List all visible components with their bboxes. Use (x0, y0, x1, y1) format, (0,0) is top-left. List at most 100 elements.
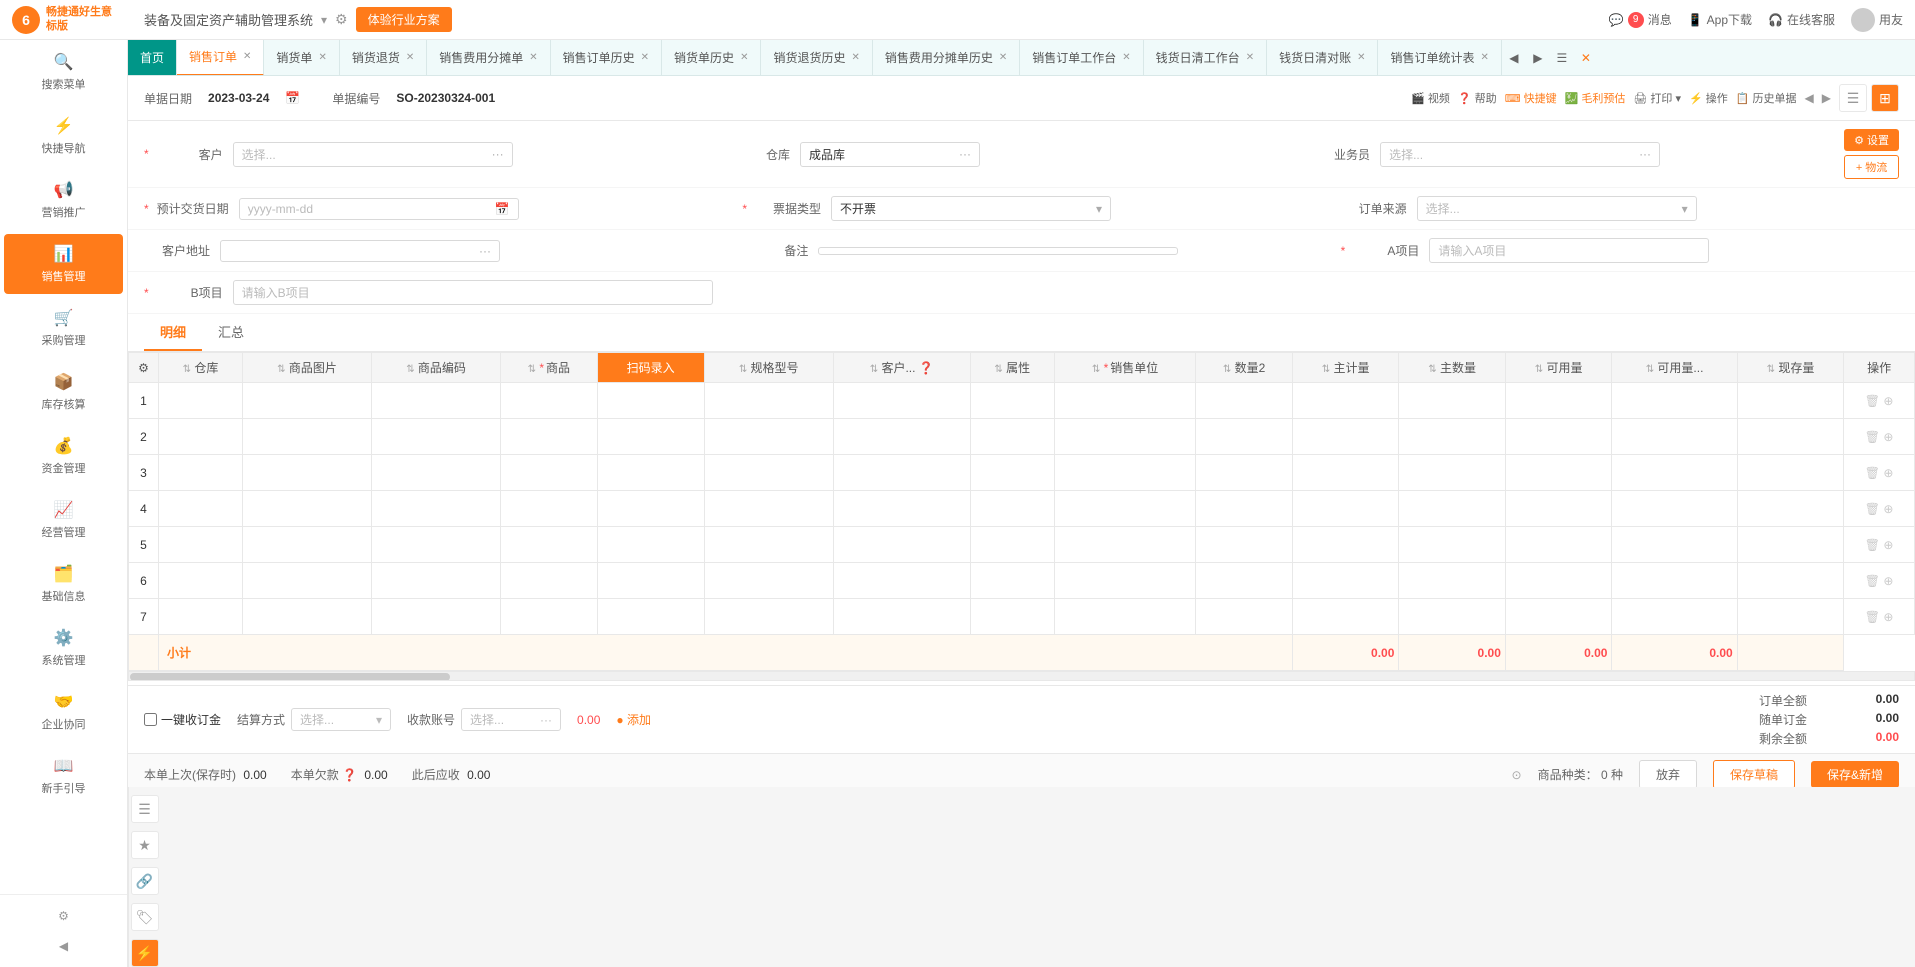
app-download-item[interactable]: 📱 App下载 (1688, 11, 1752, 28)
col-product[interactable]: ⇅ *商品 (501, 353, 598, 383)
right-panel-icon-3[interactable]: 🔗 (131, 867, 159, 895)
tab-close-sales-return[interactable]: ✕ (406, 52, 414, 63)
delivery-input[interactable]: yyyy-mm-dd 📅 (239, 198, 519, 220)
sidebar-collapse-btn[interactable]: ◀ (4, 933, 123, 959)
col-customer-code[interactable]: ⇅ 客户... ❓ (833, 353, 970, 383)
col-warehouse[interactable]: ⇅ 仓库 (159, 353, 243, 383)
tab-menu-btn[interactable]: ☰ (1550, 40, 1574, 76)
action-profit[interactable]: 💹 毛利预估 (1565, 90, 1626, 106)
action-shortcut[interactable]: ⌨ 快捷键 (1505, 90, 1557, 106)
tab-close-order-history[interactable]: ✕ (641, 52, 649, 63)
action-video[interactable]: 🎬 视频 (1411, 90, 1450, 106)
tab-close-expense-history[interactable]: ✕ (999, 52, 1007, 63)
address-more-icon[interactable]: ··· (479, 244, 491, 258)
payment-dropdown-icon[interactable]: ▾ (376, 713, 382, 727)
tab-sales-expense[interactable]: 销售费用分摊单 ✕ (427, 40, 550, 76)
col-attr[interactable]: ⇅ 属性 (970, 353, 1054, 383)
copy-icon[interactable]: ⊕ (1883, 502, 1893, 516)
copy-icon[interactable]: ⊕ (1883, 538, 1893, 552)
delete-icon[interactable]: 🗑 (1865, 610, 1880, 624)
sidebar-item-base[interactable]: 🗂️ 基础信息 (4, 554, 123, 614)
calendar-icon[interactable]: 📅 (285, 91, 300, 105)
copy-icon[interactable]: ⊕ (1883, 574, 1893, 588)
tab-close-sales-stats[interactable]: ✕ (1481, 52, 1489, 63)
action-help[interactable]: ❓ 帮助 (1458, 90, 1497, 106)
address-input[interactable]: ··· (220, 240, 500, 262)
table-scrollbar[interactable] (128, 671, 1915, 681)
tab-next-btn[interactable]: ▶ (1526, 40, 1550, 76)
salesperson-more-icon[interactable]: ··· (1639, 147, 1651, 161)
right-panel-icon-4[interactable]: 🏷 (131, 903, 159, 931)
tab-return-history[interactable]: 销货退货历史 ✕ (761, 40, 872, 76)
sidebar-item-inventory[interactable]: 📦 库存核算 (4, 362, 123, 422)
settings-icon[interactable]: ⚙ (335, 11, 348, 28)
tab-sales-stats[interactable]: 销售订单统计表 ✕ (1378, 40, 1501, 76)
warehouse-select[interactable]: 成品库 ··· (800, 142, 980, 167)
tab-close-order-workbench[interactable]: ✕ (1122, 52, 1130, 63)
tab-close-daily-workbench[interactable]: ✕ (1246, 52, 1254, 63)
tab-daily-workbench[interactable]: 钱货日清工作台 ✕ (1144, 40, 1267, 76)
tab-close-return-history[interactable]: ✕ (851, 52, 859, 63)
dropdown-icon[interactable]: ▾ (321, 13, 327, 27)
right-panel-icon-5[interactable]: ⚡ (131, 939, 159, 967)
sidebar-settings-btn[interactable]: ⚙ (4, 903, 123, 929)
sidebar-item-quicknav[interactable]: ⚡ 快捷导航 (4, 106, 123, 166)
tab-close-daily-account[interactable]: ✕ (1357, 52, 1365, 63)
sidebar-item-marketing[interactable]: 📢 营销推广 (4, 170, 123, 230)
tab-order-workbench[interactable]: 销售订单工作台 ✕ (1020, 40, 1143, 76)
copy-icon[interactable]: ⊕ (1883, 394, 1893, 408)
sidebar-item-system[interactable]: ⚙️ 系统管理 (4, 618, 123, 678)
tab-close-bill-history[interactable]: ✕ (740, 52, 748, 63)
copy-icon[interactable]: ⊕ (1883, 610, 1893, 624)
copy-icon[interactable]: ⊕ (1883, 430, 1893, 444)
quick-payment-checkbox[interactable]: 一键收订金 (144, 711, 221, 728)
customer-input[interactable]: 选择... ··· (233, 142, 513, 167)
customer-more-icon[interactable]: ··· (492, 147, 504, 161)
tab-close-sales-expense[interactable]: ✕ (529, 52, 537, 63)
delete-icon[interactable]: 🗑 (1865, 538, 1880, 552)
tab-close-sales-bill[interactable]: ✕ (318, 52, 326, 63)
delivery-calendar-icon[interactable]: 📅 (495, 202, 510, 216)
goods-count-icon[interactable]: ⊙ (1512, 768, 1522, 782)
action-operate[interactable]: ⚡ 操作 (1689, 90, 1728, 106)
tab-daily-account[interactable]: 钱货日清对账 ✕ (1267, 40, 1378, 76)
tab-sales-order[interactable]: 销售订单 ✕ (177, 40, 264, 76)
col-avail-qty[interactable]: ⇅ 可用量 (1505, 353, 1612, 383)
add-payment-btn[interactable]: ● 添加 (616, 711, 651, 728)
delete-icon[interactable]: 🗑 (1865, 430, 1880, 444)
settings-action-btn[interactable]: ⚙ 设置 (1844, 129, 1899, 151)
receipt-more-icon[interactable]: ··· (540, 713, 552, 727)
logistics-btn[interactable]: + 物流 (1844, 155, 1899, 179)
online-service-item[interactable]: 🎧 在线客服 (1768, 11, 1835, 28)
ticket-select[interactable]: 不开票 ▾ (831, 196, 1111, 221)
col-main-qty[interactable]: ⇅ 主数量 (1399, 353, 1506, 383)
warehouse-more-icon[interactable]: ··· (959, 147, 971, 161)
b-project-input[interactable]: 请输入B项目 (233, 280, 713, 305)
col-unit[interactable]: ⇅ *销售单位 (1054, 353, 1196, 383)
receipt-select[interactable]: 选择... ··· (461, 708, 561, 731)
sidebar-item-guide[interactable]: 📖 新手引导 (4, 746, 123, 806)
col-scan[interactable]: 扫码录入 (597, 353, 704, 383)
message-item[interactable]: 💬 9 消息 (1609, 11, 1672, 28)
payment-select[interactable]: 选择... ▾ (291, 708, 391, 731)
tab-close-sales-order[interactable]: ✕ (243, 51, 251, 62)
col-stock-qty[interactable]: ⇅ 现存量 (1737, 353, 1844, 383)
order-source-dropdown-icon[interactable]: ▾ (1682, 202, 1688, 216)
a-project-input[interactable]: 请输入A项目 (1429, 238, 1709, 263)
nav-prev-icon[interactable]: ◀ (1805, 91, 1814, 105)
tab-home[interactable]: 首页 (128, 40, 177, 76)
tab-sales-bill[interactable]: 销货单 ✕ (264, 40, 339, 76)
tab-detail[interactable]: 明细 (144, 314, 202, 351)
grid-view-icon[interactable]: ⊞ (1871, 84, 1899, 112)
col-spec[interactable]: ⇅ 规格型号 (704, 353, 833, 383)
salesperson-input[interactable]: 选择... ··· (1380, 142, 1660, 167)
tab-expense-history[interactable]: 销售费用分摊单历史 ✕ (873, 40, 1020, 76)
delete-icon[interactable]: 🗑 (1865, 394, 1880, 408)
col-setting[interactable]: ⚙ (129, 353, 159, 383)
sidebar-item-enterprise[interactable]: 🤝 企业协同 (4, 682, 123, 742)
current-debt-icon[interactable]: ❓ (342, 768, 357, 782)
action-print[interactable]: 🖨 打印 ▾ (1633, 90, 1681, 106)
tab-close-all-btn[interactable]: ✕ (1574, 40, 1598, 76)
discard-btn[interactable]: 放弃 (1639, 760, 1697, 787)
col-qty2[interactable]: ⇅ 数量2 (1196, 353, 1293, 383)
